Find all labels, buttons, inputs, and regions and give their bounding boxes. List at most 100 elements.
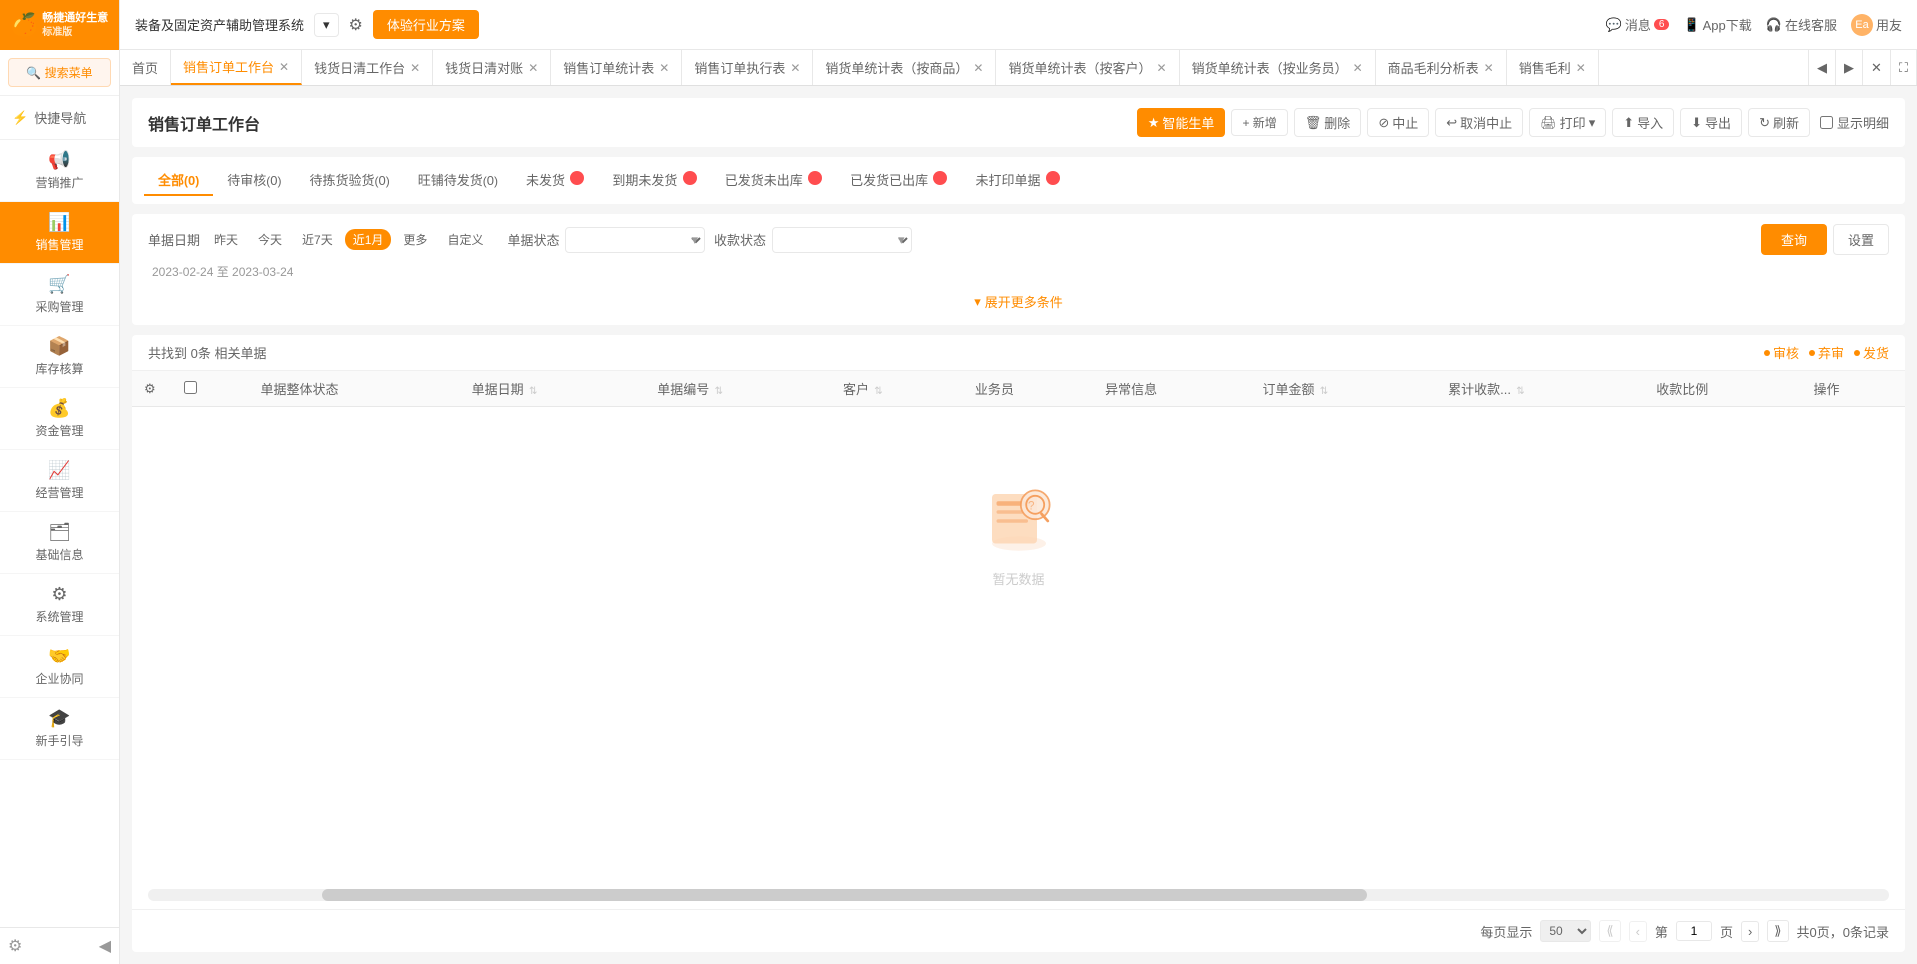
expand-conditions-button[interactable]: ▾ 展开更多条件 [148, 288, 1889, 315]
filter-tab-not-shipped[interactable]: 未发货 [512, 165, 598, 196]
search-menu-button[interactable]: 🔍 搜索菜单 [8, 58, 111, 87]
message-button[interactable]: 💬 消息 6 [1606, 15, 1670, 34]
finance-icon: 💰 [48, 398, 70, 419]
tab-close-sales-stats-staff[interactable]: ✕ [1353, 61, 1363, 75]
import-button[interactable]: ⬆ 导入 [1612, 108, 1674, 137]
th-collected[interactable]: 累计收款... ⇅ [1436, 371, 1644, 407]
page-number-input[interactable] [1676, 921, 1712, 941]
prev-page-button[interactable]: ‹ [1629, 921, 1647, 942]
filter-tab-shipped-out[interactable]: 已发货已出库 [836, 165, 961, 196]
filter-tab-all[interactable]: 全部(0) [144, 165, 213, 196]
experience-btn[interactable]: 体验行业方案 [373, 10, 479, 39]
filter-tab-wangpu-pending[interactable]: 旺铺待发货(0) [404, 165, 512, 196]
sidebar-item-enterprise[interactable]: 🤝 企业协同 [0, 636, 119, 698]
tab-close-cash-reconcile[interactable]: ✕ [528, 61, 538, 75]
sidebar-collapse-button[interactable]: ◀ [99, 936, 111, 956]
tab-sales-stats-product[interactable]: 销货单统计表（按商品） ✕ [813, 50, 996, 85]
tab-close-sales-order-exec[interactable]: ✕ [790, 61, 800, 75]
tab-sales-order-workbench[interactable]: 销售订单工作台 ✕ [171, 50, 302, 85]
sidebar-item-inventory[interactable]: 📦 库存核算 [0, 326, 119, 388]
column-settings-icon[interactable]: ⚙ [144, 381, 156, 396]
system-dropdown-button[interactable]: ▾ [314, 13, 339, 37]
delete-button[interactable]: 🗑 删除 [1294, 108, 1362, 137]
topbar-gear-button[interactable]: ⚙ [349, 15, 363, 35]
last-page-button[interactable]: ⟫ [1767, 920, 1788, 942]
settings-button[interactable]: 设置 [1833, 224, 1889, 255]
tab-close-sales-order-workbench[interactable]: ✕ [279, 60, 289, 74]
batch-anti-audit-button[interactable]: 弃审 [1809, 343, 1844, 362]
cancel-suspend-button[interactable]: ↩ 取消中止 [1435, 108, 1523, 137]
amount-sort-icon: ⇅ [1320, 386, 1328, 397]
tab-fullscreen-button[interactable]: ⛶ [1891, 50, 1917, 85]
tab-close-all-button[interactable]: ✕ [1863, 50, 1891, 85]
show-detail-checkbox[interactable]: 显示明细 [1820, 113, 1889, 132]
tab-sales-order-exec[interactable]: 销售订单执行表 ✕ [682, 50, 813, 85]
th-date[interactable]: 单据日期 ⇅ [460, 371, 646, 407]
horizontal-scrollbar[interactable] [148, 889, 1889, 901]
suspend-button[interactable]: ⊘ 中止 [1367, 108, 1429, 137]
th-number[interactable]: 单据编号 ⇅ [645, 371, 831, 407]
tab-close-sales-order-stats[interactable]: ✕ [659, 61, 669, 75]
date-opt-yesterday[interactable]: 昨天 [206, 229, 246, 250]
th-salesperson: 业务员 [963, 371, 1093, 407]
sidebar-item-marketing[interactable]: 📢 营销推广 [0, 140, 119, 202]
date-opt-1month[interactable]: 近1月 [345, 229, 392, 250]
per-page-select[interactable]: 50 10 20 100 [1540, 920, 1591, 942]
system-icon: ⚙ [51, 584, 67, 605]
sidebar-item-guide[interactable]: 🎓 新手引导 [0, 698, 119, 760]
tab-close-sales-profit[interactable]: ✕ [1576, 61, 1586, 75]
query-button[interactable]: 查询 [1761, 224, 1827, 255]
date-opt-custom[interactable]: 自定义 [439, 229, 491, 250]
filter-tab-pending-inspect[interactable]: 待拣货验货(0) [296, 165, 404, 196]
add-button[interactable]: + 新增 [1231, 109, 1287, 136]
online-service-button[interactable]: 🎧 在线客服 [1766, 15, 1837, 34]
tab-close-sales-stats-customer[interactable]: ✕ [1157, 61, 1167, 75]
first-page-button[interactable]: ⟪ [1599, 920, 1620, 942]
sidebar-item-basic[interactable]: 🗂 基础信息 [0, 512, 119, 574]
filter-tab-overdue-not-shipped[interactable]: 到期未发货 [598, 165, 710, 196]
th-amount[interactable]: 订单金额 ⇅ [1250, 371, 1436, 407]
tab-sales-stats-staff[interactable]: 销货单统计表（按业务员） ✕ [1180, 50, 1376, 85]
tab-close-sales-stats-product[interactable]: ✕ [973, 61, 983, 75]
th-ratio: 收款比例 [1644, 371, 1801, 407]
payment-select[interactable] [772, 227, 912, 253]
tab-sales-profit[interactable]: 销售毛利 ✕ [1507, 50, 1599, 85]
select-all-checkbox[interactable] [184, 381, 197, 394]
tab-product-margin[interactable]: 商品毛利分析表 ✕ [1376, 50, 1507, 85]
tab-cash-daily[interactable]: 钱货日清工作台 ✕ [302, 50, 433, 85]
th-customer[interactable]: 客户 ⇅ [831, 371, 963, 407]
scrollbar-thumb[interactable] [322, 889, 1367, 901]
sidebar-item-purchase[interactable]: 🛒 采购管理 [0, 264, 119, 326]
tab-sales-stats-customer[interactable]: 销货单统计表（按客户） ✕ [996, 50, 1179, 85]
refresh-button[interactable]: ↻ 刷新 [1748, 108, 1810, 137]
date-opt-more[interactable]: 更多 [395, 229, 435, 250]
batch-audit-button[interactable]: 审核 [1764, 343, 1799, 362]
sidebar-item-operation[interactable]: 📈 经营管理 [0, 450, 119, 512]
next-page-button[interactable]: › [1741, 921, 1759, 942]
batch-deliver-button[interactable]: 发货 [1854, 343, 1889, 362]
sidebar-settings-button[interactable]: ⚙ [8, 936, 22, 956]
tab-close-product-margin[interactable]: ✕ [1484, 61, 1494, 75]
tab-cash-reconcile[interactable]: 钱货日清对账 ✕ [433, 50, 551, 85]
filter-tab-not-printed[interactable]: 未打印单据 [961, 165, 1073, 196]
tab-scroll-left-button[interactable]: ◀ [1809, 50, 1836, 85]
filter-tab-pending-review[interactable]: 待审核(0) [213, 165, 295, 196]
date-opt-7days[interactable]: 近7天 [294, 229, 341, 250]
tab-close-cash-daily[interactable]: ✕ [410, 61, 420, 75]
tab-scroll-right-button[interactable]: ▶ [1836, 50, 1863, 85]
print-button[interactable]: 🖨 打印 ▾ [1529, 108, 1606, 137]
tab-sales-order-stats[interactable]: 销售订单统计表 ✕ [551, 50, 682, 85]
show-detail-input[interactable] [1820, 116, 1833, 129]
status-select[interactable] [565, 227, 705, 253]
smart-create-button[interactable]: ★ 智能生单 [1137, 108, 1226, 137]
tab-home[interactable]: 首页 [120, 50, 171, 85]
sidebar-item-system[interactable]: ⚙ 系统管理 [0, 574, 119, 636]
export-button[interactable]: ⬇ 导出 [1680, 108, 1742, 137]
sidebar-item-finance[interactable]: 💰 资金管理 [0, 388, 119, 450]
date-opt-today[interactable]: 今天 [250, 229, 290, 250]
user-button[interactable]: Ea 用友 [1851, 14, 1902, 36]
filter-tab-shipped-not-out[interactable]: 已发货未出库 [711, 165, 836, 196]
quick-nav-item[interactable]: ⚡ 快捷导航 [8, 102, 111, 133]
sidebar-item-sales[interactable]: 📊 销售管理 [0, 202, 119, 264]
app-download-button[interactable]: 📱 App下载 [1683, 15, 1751, 34]
